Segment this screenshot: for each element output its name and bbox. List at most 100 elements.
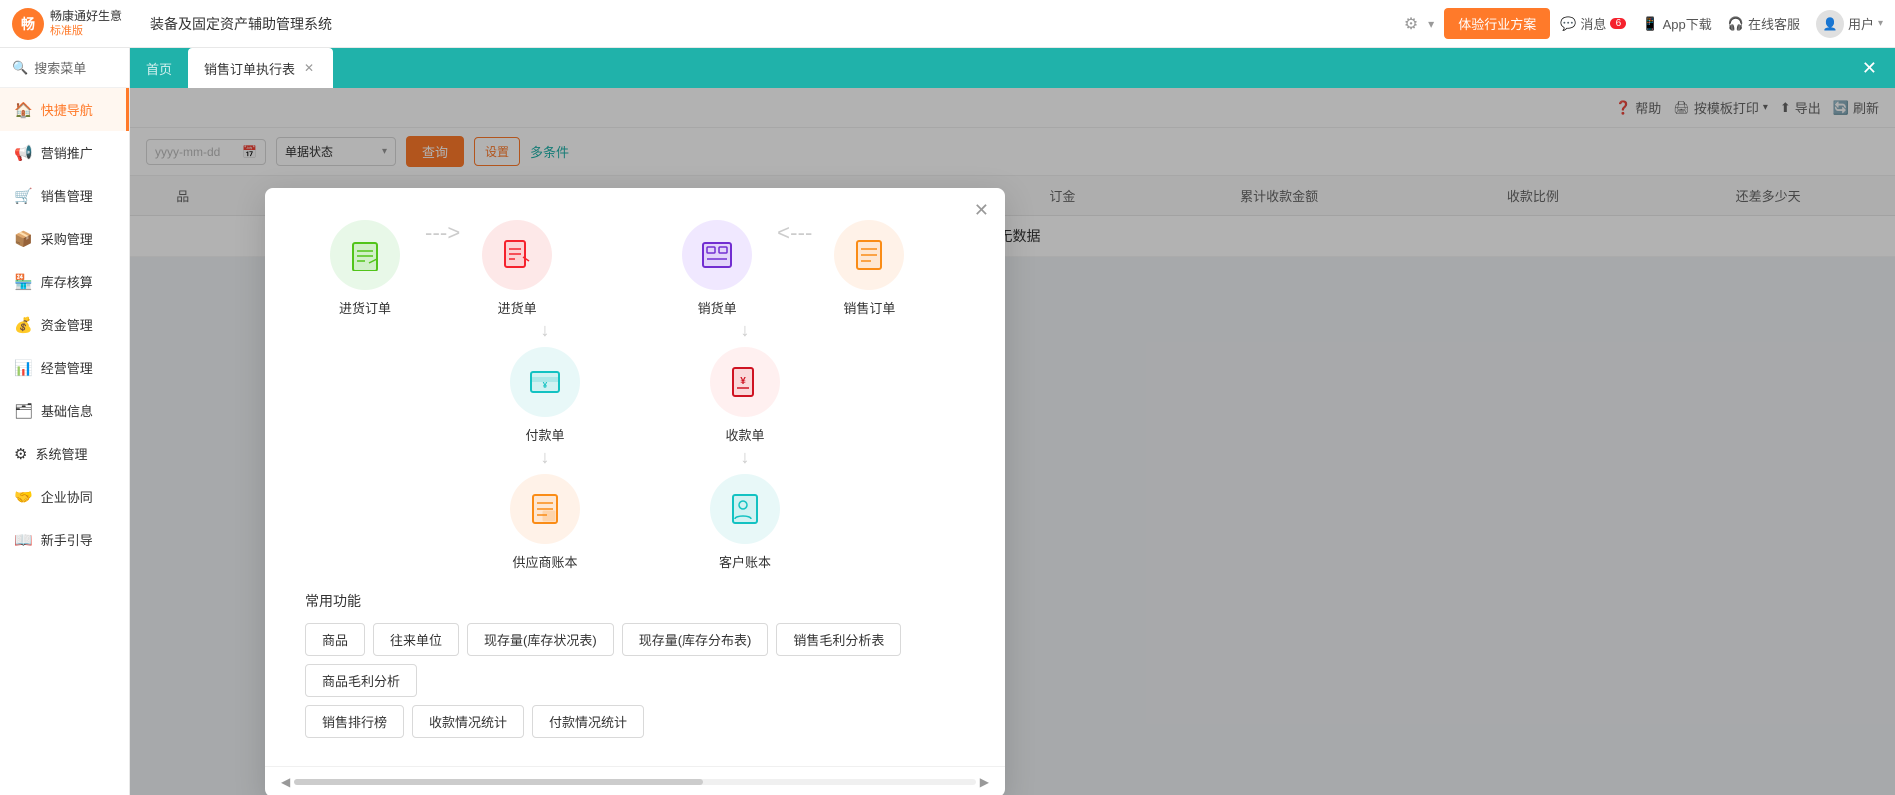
sidebar-search[interactable]: 🔍 搜索菜单 — [0, 48, 129, 88]
message-item[interactable]: 💬 消息 6 — [1560, 14, 1626, 33]
app-container: 畅 畅康通好生意 标准版 装备及固定资产辅助管理系统 ⚙ ▾ 体验行业方案 💬 … — [0, 0, 1895, 795]
base-info-icon: 🗂 — [14, 402, 33, 420]
finance-icon: 💰 — [14, 316, 33, 334]
btn-sales-rank[interactable]: 销售排行榜 — [305, 705, 404, 738]
window-close-button[interactable]: ✕ — [1854, 54, 1885, 83]
trial-btn[interactable]: 体验行业方案 — [1444, 8, 1550, 39]
flow-item-customer-ledger[interactable]: 客户账本 — [685, 474, 805, 571]
tab-sales-order-exec[interactable]: 销售订单执行表 ✕ — [188, 48, 333, 88]
customer-ledger-circle — [710, 474, 780, 544]
sidebar-item-inventory[interactable]: 🏪 库存核算 — [0, 260, 129, 303]
home-icon: 🏠 — [14, 101, 33, 119]
logo-text: 畅康通好生意 标准版 — [50, 9, 122, 39]
modal-overlay: ✕ — [130, 88, 1895, 795]
flow-item-sales-slip[interactable]: 销货单 — [657, 220, 777, 317]
flow-item-purchase-slip[interactable]: 进货单 — [457, 220, 577, 317]
receipt-icon: ¥ — [729, 366, 761, 398]
svg-text:¥: ¥ — [740, 376, 746, 387]
sidebar-item-guide[interactable]: 📖 新手引导 — [0, 518, 129, 561]
btn-counterparty[interactable]: 往来单位 — [373, 623, 459, 656]
sidebar-item-label-system: 系统管理 — [35, 444, 87, 463]
sidebar-item-enterprise[interactable]: 🤝 企业协同 — [0, 475, 129, 518]
btn-product-margin[interactable]: 商品毛利分析 — [305, 664, 417, 697]
modal-close-button[interactable]: ✕ — [974, 200, 989, 221]
system-icon: ⚙ — [14, 445, 27, 463]
sidebar-item-label-guide: 新手引导 — [41, 530, 93, 549]
flow-item-payment[interactable]: ¥ 付款单 — [485, 347, 605, 444]
btn-product[interactable]: 商品 — [305, 623, 365, 656]
gear-icon[interactable]: ⚙ — [1404, 14, 1418, 34]
down-arrow-receipt: ↓ — [685, 448, 805, 466]
scrollbar-left-arrow[interactable]: ◀ — [281, 775, 290, 789]
enterprise-icon: 🤝 — [14, 488, 33, 506]
top-actions: 💬 消息 6 📱 App下载 🎧 在线客服 👤 用户 ▾ — [1560, 10, 1883, 38]
btn-sales-margin[interactable]: 销售毛利分析表 — [776, 623, 901, 656]
flow-item-receipt[interactable]: ¥ 收款单 — [685, 347, 805, 444]
sidebar-item-operations[interactable]: 📊 经营管理 — [0, 346, 129, 389]
sidebar-item-marketing[interactable]: 📢 营销推广 — [0, 131, 129, 174]
purchase-order-circle — [330, 220, 400, 290]
sidebar-item-system[interactable]: ⚙ 系统管理 — [0, 432, 129, 475]
sidebar-item-base-info[interactable]: 🗂 基础信息 — [0, 389, 129, 432]
tab-close-icon[interactable]: ✕ — [301, 60, 317, 76]
guide-icon: 📖 — [14, 531, 33, 549]
flow-modal: ✕ — [265, 188, 1005, 795]
sidebar-item-label-base-info: 基础信息 — [41, 401, 93, 420]
user-label: 用户 — [1848, 14, 1874, 33]
down-arrow-sales-slip: ↓ — [685, 321, 805, 339]
message-icon: 💬 — [1560, 16, 1576, 32]
dropdown-arrow[interactable]: ▾ — [1428, 17, 1434, 31]
logo-icon: 畅 — [12, 8, 44, 40]
logo-area: 畅 畅康通好生意 标准版 — [12, 8, 140, 40]
user-dropdown-arrow: ▾ — [1878, 18, 1883, 29]
top-bar: 畅 畅康通好生意 标准版 装备及固定资产辅助管理系统 ⚙ ▾ 体验行业方案 💬 … — [0, 0, 1895, 48]
btn-stock-status[interactable]: 现存量(库存状况表) — [467, 623, 614, 656]
online-service-item[interactable]: 🎧 在线客服 — [1728, 14, 1800, 33]
marketing-icon: 📢 — [14, 144, 33, 162]
flow-item-purchase-order[interactable]: 进货订单 — [305, 220, 425, 317]
arrow-purchase-to-slip: - - - > — [425, 220, 457, 302]
sidebar-item-quick-nav[interactable]: 🏠 快捷导航 — [0, 88, 129, 131]
sidebar-item-finance[interactable]: 💰 资金管理 — [0, 303, 129, 346]
sidebar-item-label-enterprise: 企业协同 — [41, 487, 93, 506]
payment-circle: ¥ — [510, 347, 580, 417]
purchase-order-label: 进货订单 — [339, 298, 391, 317]
sidebar-item-label-finance: 资金管理 — [41, 315, 93, 334]
down-arrow-purchase-slip: ↓ — [485, 321, 605, 339]
sidebar-item-sales[interactable]: 🛒 销售管理 — [0, 174, 129, 217]
tab-sales-order-exec-label: 销售订单执行表 — [204, 59, 295, 78]
message-label: 消息 — [1580, 14, 1606, 33]
sidebar-item-label-inventory: 库存核算 — [41, 272, 93, 291]
flow-item-supplier-ledger[interactable]: 供应商账本 — [485, 474, 605, 571]
sales-slip-label: 销货单 — [698, 298, 737, 317]
btn-receipt-stat[interactable]: 收款情况统计 — [412, 705, 524, 738]
sidebar-item-purchase[interactable]: 📦 采购管理 — [0, 217, 129, 260]
supplier-ledger-icon — [529, 493, 561, 525]
sales-order-icon — [853, 239, 885, 271]
common-buttons-row1: 商品 往来单位 现存量(库存状况表) 现存量(库存分布表) 销售毛利分析表 商品… — [305, 623, 965, 697]
system-title: 装备及固定资产辅助管理系统 — [150, 14, 1394, 34]
scrollbar-right-arrow[interactable]: ▶ — [980, 775, 989, 789]
customer-ledger-label: 客户账本 — [719, 552, 771, 571]
window-close-area: ✕ — [1854, 48, 1895, 88]
tab-home[interactable]: 首页 — [130, 48, 188, 88]
receipt-circle: ¥ — [710, 347, 780, 417]
app-download-item[interactable]: 📱 App下载 — [1642, 14, 1711, 33]
scrollbar-track[interactable] — [294, 779, 976, 785]
inventory-icon: 🏪 — [14, 273, 33, 291]
btn-stock-dist[interactable]: 现存量(库存分布表) — [622, 623, 769, 656]
sidebar-item-label-purchase: 采购管理 — [41, 229, 93, 248]
sidebar-item-label-operations: 经营管理 — [41, 358, 93, 377]
user-item[interactable]: 👤 用户 ▾ — [1816, 10, 1883, 38]
sales-slip-icon — [701, 239, 733, 271]
search-icon: 🔍 — [12, 60, 28, 76]
purchase-slip-label: 进货单 — [498, 298, 537, 317]
btn-payment-stat[interactable]: 付款情况统计 — [532, 705, 644, 738]
message-badge: 6 — [1610, 18, 1626, 29]
phone-icon: 📱 — [1642, 16, 1658, 32]
down-arrow-payment: ↓ — [485, 448, 605, 466]
payment-label: 付款单 — [525, 425, 564, 444]
flow-item-sales-order[interactable]: 销售订单 — [809, 220, 929, 317]
tab-bar: 首页 销售订单执行表 ✕ ✕ — [130, 48, 1895, 88]
purchase-icon: 📦 — [14, 230, 33, 248]
